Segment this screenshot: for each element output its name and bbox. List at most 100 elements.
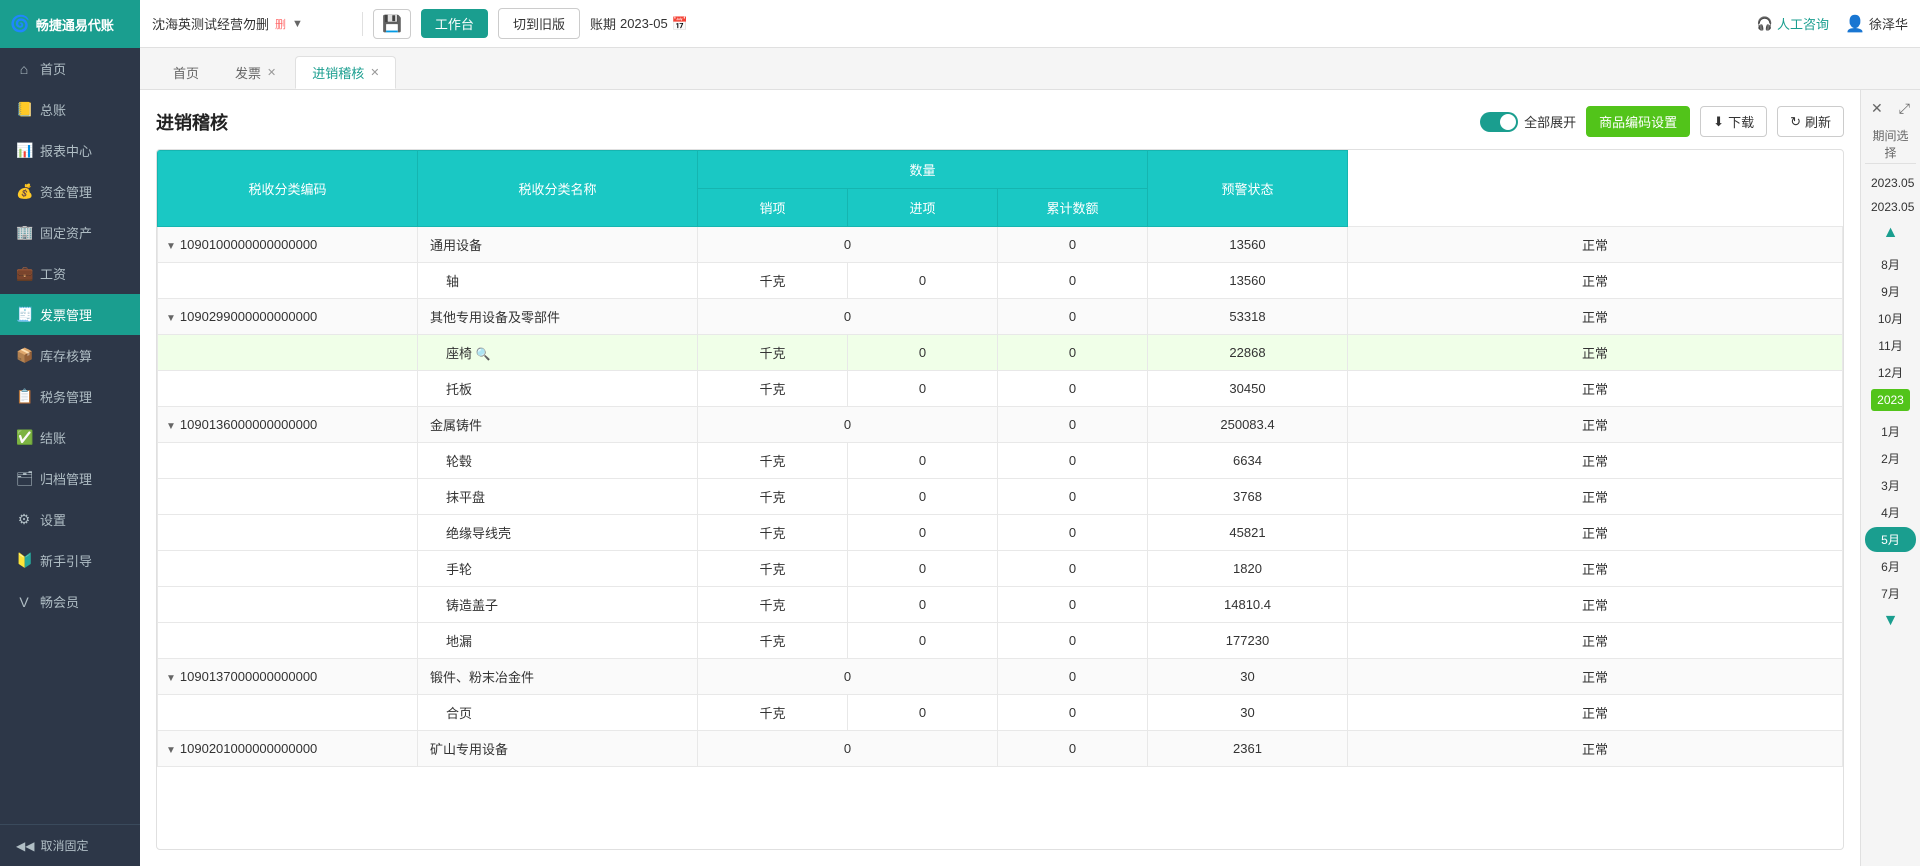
tab-invoice-close[interactable]: ✕ bbox=[267, 66, 276, 79]
sidebar-item-label: 资金管理 bbox=[40, 182, 92, 201]
period-9[interactable]: 9月 bbox=[1865, 279, 1916, 304]
cell-sales: 0 bbox=[848, 515, 998, 551]
cell-warning: 正常 bbox=[1348, 659, 1843, 695]
period-nav-down[interactable]: ▼ bbox=[1881, 610, 1901, 632]
period-value: 2023-05 bbox=[620, 16, 668, 31]
sidebar-item-tax[interactable]: 📋 税务管理 bbox=[0, 376, 140, 417]
cell-total: 30 bbox=[1148, 659, 1348, 695]
save-button[interactable]: 💾 bbox=[373, 9, 411, 39]
tab-reconcile-label: 进销稽核 bbox=[312, 63, 364, 82]
cell-code bbox=[158, 335, 418, 371]
inventory-icon: 📦 bbox=[16, 347, 32, 364]
sidebar-item-ledger[interactable]: 📒 总账 bbox=[0, 89, 140, 130]
sidebar-logo: 🌀 畅捷通易代账 bbox=[0, 0, 140, 48]
company-selector[interactable]: 沈海英测试经营勿删 删 ▼ bbox=[152, 14, 352, 33]
cell-code bbox=[158, 587, 418, 623]
collapse-icon[interactable]: ▼ bbox=[166, 673, 176, 684]
calendar-icon[interactable]: 📅 bbox=[672, 16, 688, 32]
sidebar-item-label: 设置 bbox=[40, 510, 66, 529]
period-8[interactable]: 8月 bbox=[1865, 252, 1916, 277]
cell-code bbox=[158, 479, 418, 515]
user-menu[interactable]: 👤 徐泽华 bbox=[1845, 14, 1908, 34]
th-tax-name: 税收分类名称 bbox=[418, 151, 698, 227]
panel-expand-button[interactable]: ⤢ bbox=[1893, 98, 1916, 119]
sidebar-item-guide[interactable]: 🔰 新手引导 bbox=[0, 540, 140, 581]
cell-code: ▼1090299000000000000 bbox=[158, 299, 418, 335]
period-4[interactable]: 4月 bbox=[1865, 500, 1916, 525]
company-dropdown-icon[interactable]: ▼ bbox=[292, 18, 303, 30]
sidebar-item-label: 固定资产 bbox=[40, 223, 92, 242]
period-1[interactable]: 1月 bbox=[1865, 419, 1916, 444]
tab-home[interactable]: 首页 bbox=[156, 56, 216, 89]
period-5[interactable]: 5月 bbox=[1865, 527, 1916, 552]
cell-name: 其他专用设备及零部件 bbox=[418, 299, 698, 335]
collapse-icon[interactable]: ▼ bbox=[166, 241, 176, 252]
tab-invoice[interactable]: 发票 ✕ bbox=[218, 56, 293, 89]
cell-warning: 正常 bbox=[1348, 695, 1843, 731]
period-item-top-1[interactable]: 2023.05 bbox=[1865, 172, 1916, 194]
sidebar-unpin[interactable]: ◀◀ 取消固定 bbox=[0, 824, 140, 866]
cell-name: 轮毂 bbox=[418, 443, 698, 479]
period-11[interactable]: 11月 bbox=[1865, 333, 1916, 358]
cell-name: 锻件、粉末冶金件 bbox=[418, 659, 698, 695]
sidebar: 🌀 畅捷通易代账 ⌂ 首页 📒 总账 📊 报表中心 💰 资金管理 🏢 固定资产 … bbox=[0, 0, 140, 866]
sidebar-item-label: 首页 bbox=[40, 59, 66, 78]
funds-icon: 💰 bbox=[16, 183, 32, 200]
period-10[interactable]: 10月 bbox=[1865, 306, 1916, 331]
sidebar-item-settle[interactable]: ✅ 结账 bbox=[0, 417, 140, 458]
period-12[interactable]: 12月 bbox=[1865, 360, 1916, 385]
period-3[interactable]: 3月 bbox=[1865, 473, 1916, 498]
period-nav-up[interactable]: ▲ bbox=[1881, 222, 1901, 244]
vip-icon: V bbox=[16, 594, 32, 610]
period-7[interactable]: 7月 bbox=[1865, 581, 1916, 606]
sidebar-item-inventory[interactable]: 📦 库存核算 bbox=[0, 335, 140, 376]
collapse-icon[interactable]: ▼ bbox=[166, 745, 176, 756]
cell-warning: 正常 bbox=[1348, 371, 1843, 407]
cell-unit: 千克 bbox=[698, 443, 848, 479]
sidebar-item-archive[interactable]: 🗂 归档管理 bbox=[0, 458, 140, 499]
sidebar-item-invoice[interactable]: 🧾 发票管理 bbox=[0, 294, 140, 335]
panel-close-button[interactable]: ✕ bbox=[1865, 98, 1889, 119]
sidebar-item-label: 结账 bbox=[40, 428, 66, 447]
period-6[interactable]: 6月 bbox=[1865, 554, 1916, 579]
sidebar-item-funds[interactable]: 💰 资金管理 bbox=[0, 171, 140, 212]
invoice-icon: 🧾 bbox=[16, 306, 32, 323]
sidebar-item-settings[interactable]: ⚙ 设置 bbox=[0, 499, 140, 540]
refresh-button[interactable]: ↻ 刷新 bbox=[1777, 106, 1844, 137]
switch-version-button[interactable]: 切到旧版 bbox=[498, 8, 580, 39]
cell-sales: 0 bbox=[848, 623, 998, 659]
expand-all-toggle[interactable] bbox=[1480, 112, 1518, 132]
logo-icon: 🌀 bbox=[10, 14, 30, 34]
page-actions: 全部展开 商品编码设置 ⬇ 下载 ↻ 刷新 bbox=[1480, 106, 1844, 137]
period-item-top-2[interactable]: 2023.05 bbox=[1865, 196, 1916, 218]
search-icon[interactable]: 🔍 bbox=[476, 347, 491, 361]
collapse-icon[interactable]: ▼ bbox=[166, 421, 176, 432]
cell-total: 6634 bbox=[1148, 443, 1348, 479]
company-name: 沈海英测试经营勿删 bbox=[152, 14, 269, 33]
user-icon: 👤 bbox=[1845, 14, 1865, 34]
tabbar: 首页 发票 ✕ 进销稽核 ✕ bbox=[140, 48, 1920, 90]
tab-reconcile-close[interactable]: ✕ bbox=[370, 66, 379, 79]
sidebar-item-vip[interactable]: V 畅会员 bbox=[0, 581, 140, 622]
year-2023[interactable]: 2023 bbox=[1871, 389, 1910, 411]
service-button[interactable]: 🎧 人工咨询 bbox=[1757, 14, 1829, 33]
workbench-button[interactable]: 工作台 bbox=[421, 9, 488, 38]
sidebar-item-label: 归档管理 bbox=[40, 469, 92, 488]
cell-sales: 0 bbox=[848, 335, 998, 371]
download-button[interactable]: ⬇ 下载 bbox=[1700, 106, 1767, 137]
refresh-icon: ↻ bbox=[1790, 114, 1801, 130]
data-table-wrap[interactable]: 税收分类编码 税收分类名称 数量 预警状态 销项 进项 累计数额 ▼10 bbox=[156, 149, 1844, 850]
download-label: 下载 bbox=[1728, 112, 1754, 131]
sidebar-item-home[interactable]: ⌂ 首页 bbox=[0, 48, 140, 89]
sidebar-item-salary[interactable]: 💼 工资 bbox=[0, 253, 140, 294]
sidebar-item-reports[interactable]: 📊 报表中心 bbox=[0, 130, 140, 171]
reports-icon: 📊 bbox=[16, 142, 32, 159]
salary-icon: 💼 bbox=[16, 265, 32, 282]
collapse-icon[interactable]: ▼ bbox=[166, 313, 176, 324]
product-code-setting-button[interactable]: 商品编码设置 bbox=[1586, 106, 1690, 137]
tab-reconcile[interactable]: 进销稽核 ✕ bbox=[295, 56, 396, 89]
period-2[interactable]: 2月 bbox=[1865, 446, 1916, 471]
cell-warning: 正常 bbox=[1348, 227, 1843, 263]
sidebar-item-assets[interactable]: 🏢 固定资产 bbox=[0, 212, 140, 253]
cell-name: 通用设备 bbox=[418, 227, 698, 263]
